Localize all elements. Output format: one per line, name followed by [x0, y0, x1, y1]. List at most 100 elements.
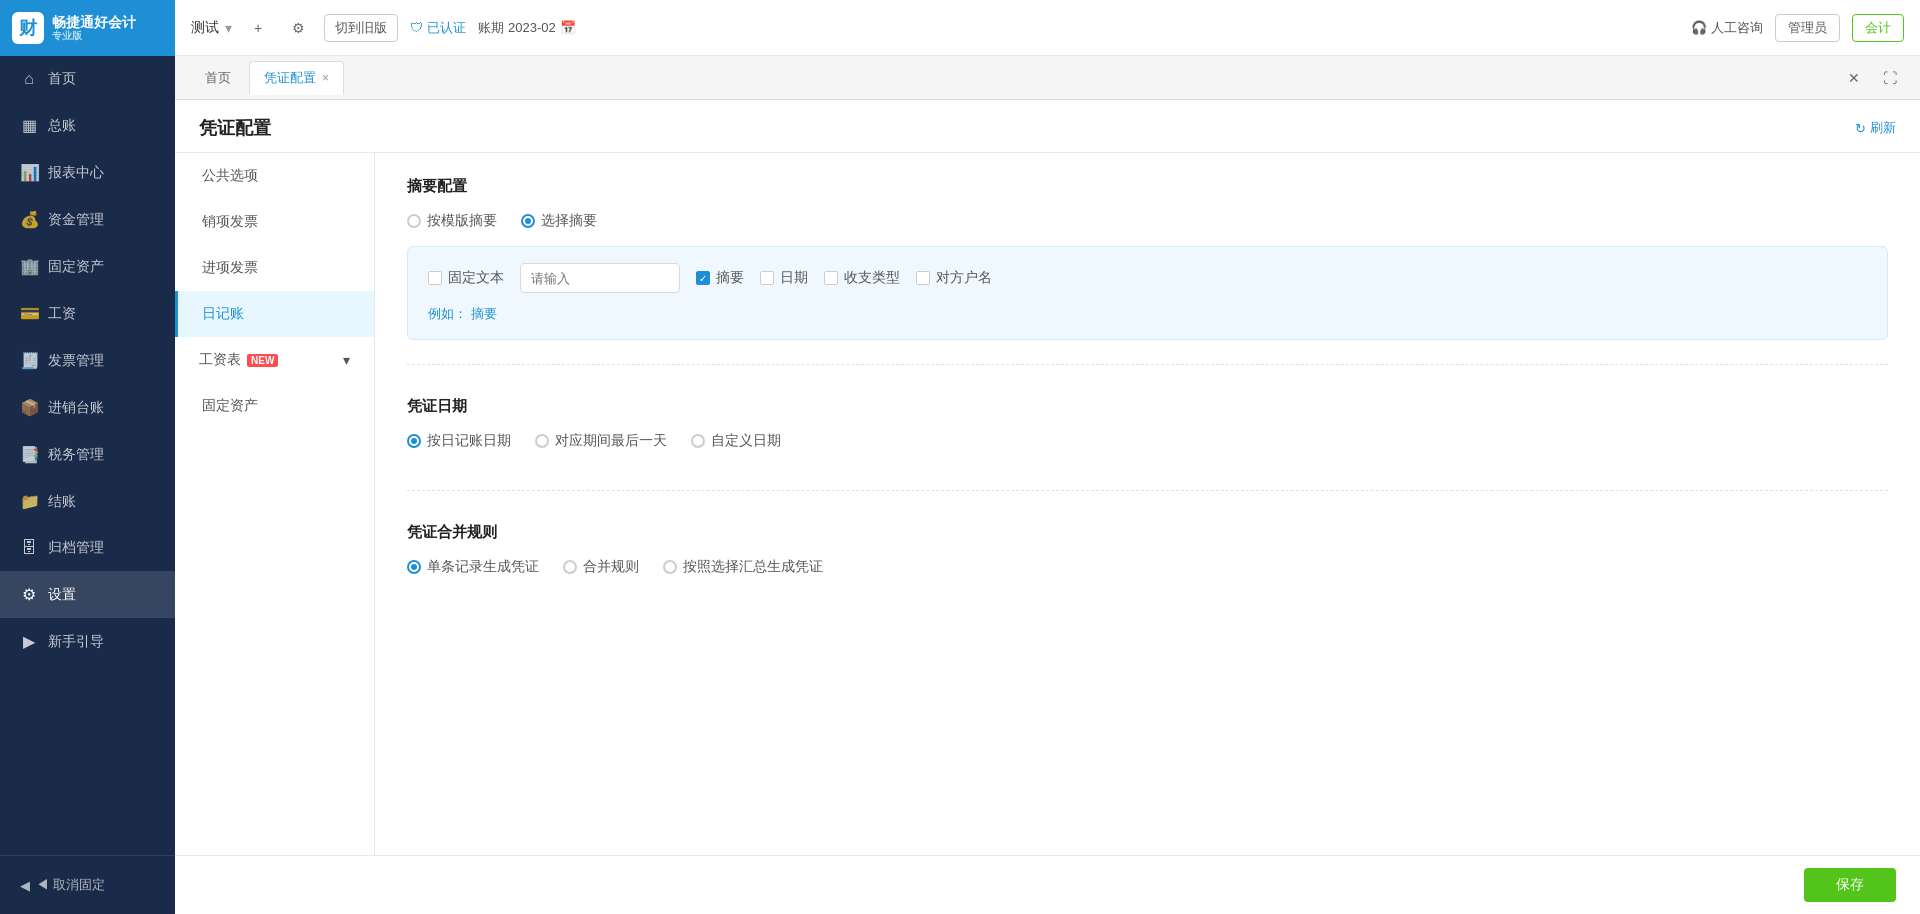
sidebar-item-fixed-asset[interactable]: 🏢 固定资产 [0, 243, 175, 290]
accountant-btn[interactable]: 会计 [1852, 14, 1904, 42]
sidebar-item-guide-label: 新手引导 [48, 633, 104, 651]
checkbox-counterpart-box [916, 271, 930, 285]
checkbox-date[interactable]: 日期 [760, 269, 808, 287]
report-icon: 📊 [20, 163, 38, 182]
sidebar-item-salary[interactable]: 💳 工资 [0, 290, 175, 337]
tabbar: 首页 凭证配置 × ✕ ⛶ [175, 56, 1920, 100]
logo-main-text: 畅捷通好会计 [52, 14, 136, 31]
merge-rules-section: 凭证合并规则 单条记录生成凭证 合并规则 按照选择汇总生成凭证 [407, 523, 1888, 616]
checkbox-counterpart[interactable]: 对方户名 [916, 269, 992, 287]
radio-template-circle [407, 214, 421, 228]
checkbox-fixed-text[interactable]: 固定文本 [428, 269, 504, 287]
checkbox-payment-type-label: 收支类型 [844, 269, 900, 287]
service-btn[interactable]: 🎧 人工咨询 [1691, 19, 1763, 37]
sidebar-item-invoice[interactable]: 🧾 发票管理 [0, 337, 175, 384]
company-selector[interactable]: 测试 ▾ [191, 19, 232, 37]
sidebar-item-settings-label: 设置 [48, 586, 76, 604]
radio-merge-rules-circle [563, 560, 577, 574]
tab-voucher-config[interactable]: 凭证配置 × [249, 61, 344, 95]
sidebar-item-home[interactable]: ⌂ 首页 [0, 56, 175, 102]
archive-icon: 🗄 [20, 539, 38, 557]
sidebar-item-ledger-label: 总账 [48, 117, 76, 135]
radio-custom-date[interactable]: 自定义日期 [691, 432, 781, 450]
checkbox-summary[interactable]: ✓ 摘要 [696, 269, 744, 287]
radio-select-summary[interactable]: 选择摘要 [521, 212, 597, 230]
sidebar-item-guide[interactable]: ▶ 新手引导 [0, 618, 175, 665]
close-window-btn[interactable]: ✕ [1840, 64, 1868, 92]
radio-single-record[interactable]: 单条记录生成凭证 [407, 558, 539, 576]
fixed-asset-icon: 🏢 [20, 257, 38, 276]
sidebar-item-report-label: 报表中心 [48, 164, 104, 182]
left-nav-sales[interactable]: 销项发票 [175, 199, 374, 245]
save-button[interactable]: 保存 [1804, 868, 1896, 902]
user-btn[interactable]: 管理员 [1775, 14, 1840, 42]
sidebar-item-ledger[interactable]: ▦ 总账 [0, 102, 175, 149]
sidebar-item-closing[interactable]: 📁 结账 [0, 478, 175, 525]
sidebar-item-purchase-sale[interactable]: 📦 进销台账 [0, 384, 175, 431]
sidebar-item-tax[interactable]: 📑 税务管理 [0, 431, 175, 478]
left-nav-payroll[interactable]: 工资表 NEW ▾ [175, 337, 374, 383]
sidebar-logo: 财 畅捷通好会计 专业版 [0, 0, 175, 56]
radio-select-summary-merge-label: 按照选择汇总生成凭证 [683, 558, 823, 576]
refresh-btn[interactable]: ↻ 刷新 [1855, 119, 1896, 137]
radio-merge-rules[interactable]: 合并规则 [563, 558, 639, 576]
radio-journal-date[interactable]: 按日记账日期 [407, 432, 511, 450]
cancel-fixed-btn[interactable]: ◀ ◀ 取消固定 [0, 866, 175, 904]
tab-close-icon[interactable]: × [322, 71, 329, 85]
radio-single-record-label: 单条记录生成凭证 [427, 558, 539, 576]
left-nav-purchase[interactable]: 进项发票 [175, 245, 374, 291]
radio-single-record-circle [407, 560, 421, 574]
page-body: 公共选项 销项发票 进项发票 日记账 工资表 NEW ▾ [175, 153, 1920, 855]
sidebar-nav: ⌂ 首页 ▦ 总账 📊 报表中心 💰 资金管理 🏢 固定资产 💳 工资 🧾 发票… [0, 56, 175, 855]
sidebar-item-finance[interactable]: 💰 资金管理 [0, 196, 175, 243]
checkbox-date-box [760, 271, 774, 285]
sidebar-item-archive-label: 归档管理 [48, 539, 104, 557]
left-nav-journal[interactable]: 日记账 [175, 291, 374, 337]
refresh-label: 刷新 [1870, 119, 1896, 137]
radio-custom-date-circle [691, 434, 705, 448]
radio-period-last-day-label: 对应期间最后一天 [555, 432, 667, 450]
switch-version-btn[interactable]: 切到旧版 [324, 14, 398, 42]
settings-btn[interactable]: ⚙ [284, 14, 312, 42]
sidebar-item-purchase-sale-label: 进销台账 [48, 399, 104, 417]
home-icon: ⌂ [20, 70, 38, 88]
left-nav: 公共选项 销项发票 进项发票 日记账 工资表 NEW ▾ [175, 153, 375, 855]
checkbox-fixed-text-box [428, 271, 442, 285]
salary-icon: 💳 [20, 304, 38, 323]
fullscreen-btn[interactable]: ⛶ [1876, 64, 1904, 92]
service-label: 人工咨询 [1711, 19, 1763, 37]
merge-rules-title: 凭证合并规则 [407, 523, 1888, 542]
summary-config-row: 固定文本 ✓ 摘要 日期 [428, 263, 1867, 293]
tax-icon: 📑 [20, 445, 38, 464]
radio-template-summary[interactable]: 按模版摘要 [407, 212, 497, 230]
sidebar-item-archive[interactable]: 🗄 归档管理 [0, 525, 175, 571]
radio-period-last-day[interactable]: 对应期间最后一天 [535, 432, 667, 450]
save-bar: 保存 [175, 855, 1920, 914]
voucher-date-section: 凭证日期 按日记账日期 对应期间最后一天 自定义日期 [407, 397, 1888, 491]
left-nav-fixed-asset[interactable]: 固定资产 [175, 383, 374, 429]
page-header: 凭证配置 ↻ 刷新 [175, 100, 1920, 153]
guide-icon: ▶ [20, 632, 38, 651]
logo-icon: 财 [12, 12, 44, 44]
checkbox-payment-type[interactable]: 收支类型 [824, 269, 900, 287]
add-btn[interactable]: + [244, 14, 272, 42]
sidebar-item-report[interactable]: 📊 报表中心 [0, 149, 175, 196]
closing-icon: 📁 [20, 492, 38, 511]
radio-journal-date-label: 按日记账日期 [427, 432, 511, 450]
ledger-icon: ▦ [20, 116, 38, 135]
sidebar-item-settings[interactable]: ⚙ 设置 [0, 571, 175, 618]
checkbox-summary-label: 摘要 [716, 269, 744, 287]
tab-home[interactable]: 首页 [191, 61, 245, 95]
fixed-text-input[interactable] [520, 263, 680, 293]
radio-select-summary-merge[interactable]: 按照选择汇总生成凭证 [663, 558, 823, 576]
purchase-sale-icon: 📦 [20, 398, 38, 417]
radio-merge-rules-label: 合并规则 [583, 558, 639, 576]
example-value: 摘要 [471, 306, 497, 321]
summary-radio-group: 按模版摘要 选择摘要 [407, 212, 1888, 230]
chevron-down-icon: ▾ [225, 20, 232, 36]
voucher-date-title: 凭证日期 [407, 397, 1888, 416]
sidebar-item-home-label: 首页 [48, 70, 76, 88]
sidebar-bottom: ◀ ◀ 取消固定 [0, 855, 175, 914]
main-area: 测试 ▾ + ⚙ 切到旧版 🛡 已认证 账期 2023-02 📅 🎧 人工咨询 … [175, 0, 1920, 914]
left-nav-public[interactable]: 公共选项 [175, 153, 374, 199]
